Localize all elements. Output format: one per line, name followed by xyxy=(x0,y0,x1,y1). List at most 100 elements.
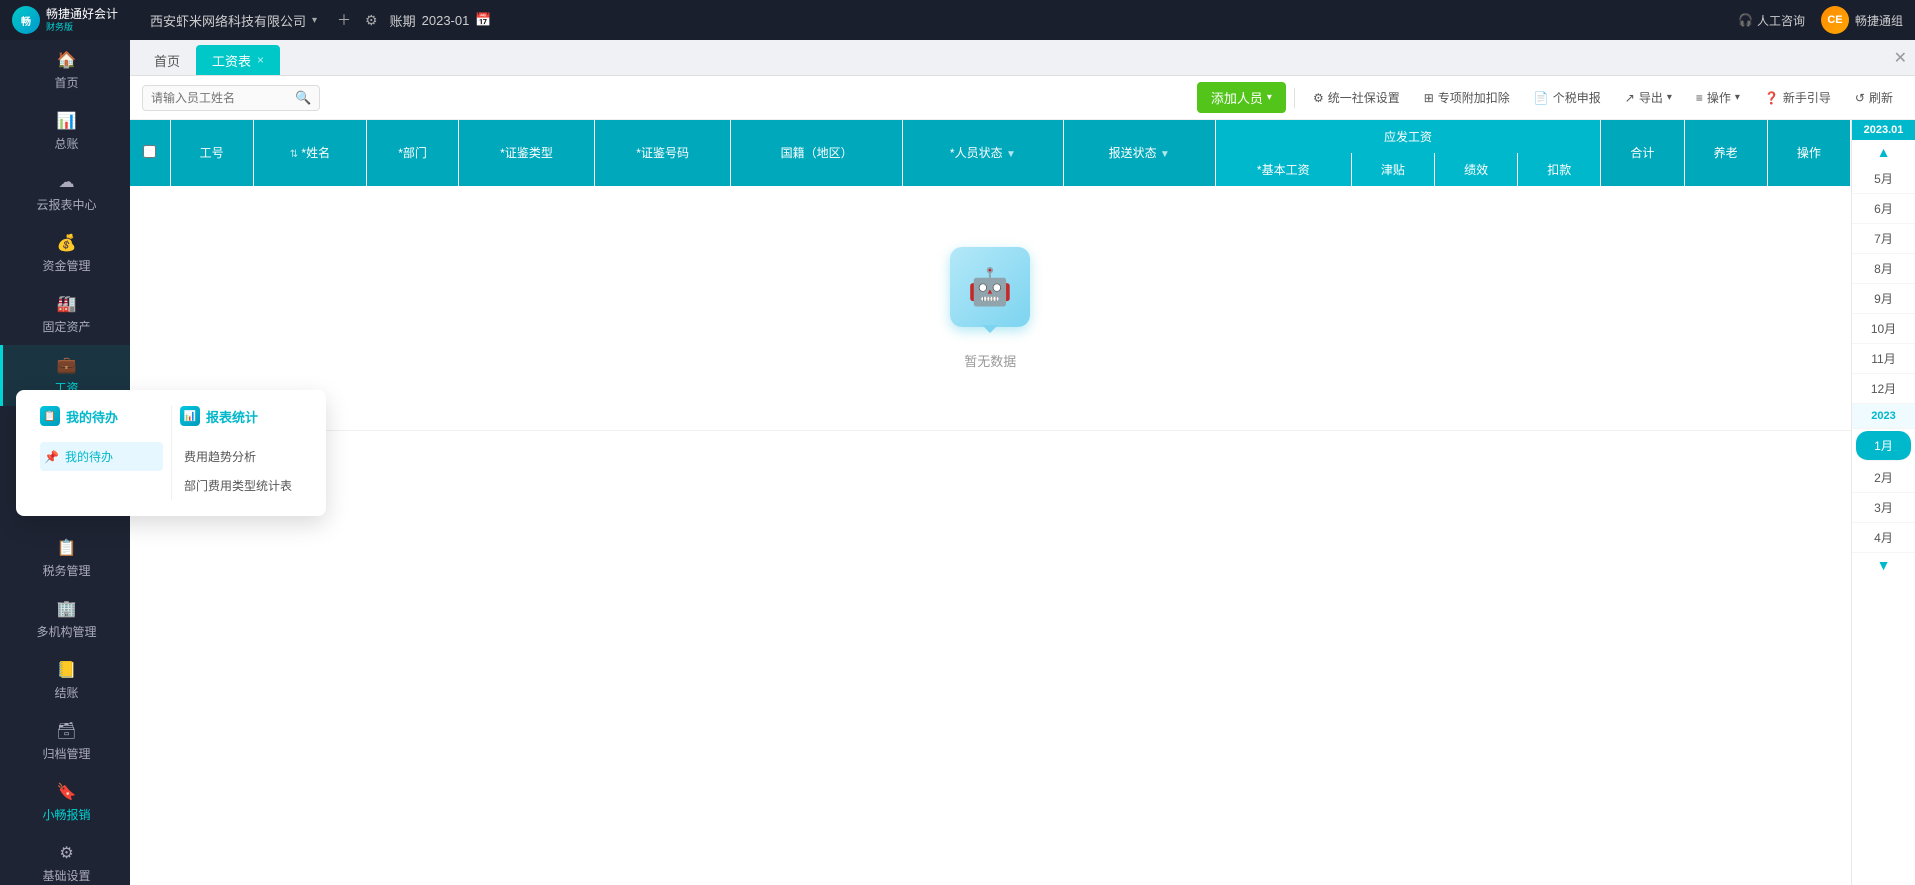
sidebar-item-settings[interactable]: ⚙ 基础设置 xyxy=(0,833,130,885)
logo-icon: 畅 xyxy=(12,6,40,34)
year-label-2023: 2023 xyxy=(1852,404,1915,429)
month-item-6[interactable]: 6月 xyxy=(1852,194,1915,224)
guide-btn[interactable]: ❓ 新手引导 xyxy=(1754,84,1841,111)
close-all-icon[interactable]: ✕ xyxy=(1894,48,1907,68)
period-value: 2023-01 xyxy=(422,13,470,28)
popup-item-todo[interactable]: 📌 我的待办 xyxy=(40,442,163,471)
sidebar-item-expense[interactable]: 🔖 小畅报销 xyxy=(0,772,130,833)
tab-home-label: 首页 xyxy=(154,51,180,70)
th-name: ⇅ *姓名 xyxy=(253,120,366,186)
th-payable-group: 应发工资 xyxy=(1215,120,1601,153)
special-deduction-btn[interactable]: ⊞ 专项附加扣除 xyxy=(1414,84,1520,111)
toolbar: 🔍 添加人员 ▾ ⚙ 统一社保设置 ⊞ 专项附加扣除 📄 xyxy=(130,76,1915,120)
sidebar-item-multiorg[interactable]: 🏢 多机构管理 xyxy=(0,589,130,650)
add-person-button[interactable]: 添加人员 ▾ xyxy=(1197,82,1286,113)
top-header: 畅 畅捷通好会计 财务版 西安虾米网络科技有限公司 ▾ ＋ ⚙ 账期 2023-… xyxy=(0,0,1915,40)
popup-section-report: 📊 报表统计 费用趋势分析 部门费用类型统计表 xyxy=(171,406,310,500)
month-item-8[interactable]: 8月 xyxy=(1852,254,1915,284)
month-nav-down[interactable]: ▼ xyxy=(1852,553,1915,577)
month-item-11[interactable]: 11月 xyxy=(1852,344,1915,374)
tab-home[interactable]: 首页 xyxy=(138,45,196,75)
sidebar-label-multiorg: 多机构管理 xyxy=(36,623,96,640)
month-item-5[interactable]: 5月 xyxy=(1852,164,1915,194)
user-info[interactable]: CE 畅捷通组 xyxy=(1821,6,1903,34)
filter-icon-report[interactable]: ▼ xyxy=(1160,149,1170,160)
add-button[interactable]: ＋ xyxy=(333,6,355,34)
sidebar-item-cloud[interactable]: ☁ 云报表中心 xyxy=(0,162,130,223)
todo-title-text: 我的待办 xyxy=(66,407,118,426)
th-pension: 养老 xyxy=(1684,120,1767,186)
export-label: 导出 xyxy=(1639,89,1663,106)
dept-cost-label: 部门费用类型统计表 xyxy=(184,477,292,494)
sidebar-label-settings: 基础设置 xyxy=(42,867,90,884)
empty-state: 🤖 暂无数据 xyxy=(130,187,1851,430)
export-icon: ↗ xyxy=(1625,91,1635,105)
operations-btn[interactable]: ≡ 操作 ▾ xyxy=(1686,84,1750,111)
month-item-2[interactable]: 2月 xyxy=(1852,463,1915,493)
export-btn[interactable]: ↗ 导出 ▾ xyxy=(1615,84,1682,111)
month-nav-up[interactable]: ▲ xyxy=(1852,140,1915,164)
tab-bar: 首页 工资表 × ✕ xyxy=(130,40,1915,76)
tax-report-btn[interactable]: 📄 个税申报 xyxy=(1524,84,1611,111)
header-right: 🎧 人工咨询 CE 畅捷通组 xyxy=(1738,6,1903,34)
sidebar-item-funds[interactable]: 💰 资金管理 xyxy=(0,223,130,284)
th-dept: *部门 xyxy=(367,120,459,186)
closing-icon: 📒 xyxy=(57,660,77,680)
sidebar-item-archive[interactable]: 🗃 归档管理 xyxy=(0,711,130,772)
sidebar-item-closing[interactable]: 📒 结账 xyxy=(0,650,130,711)
popup-item-cost-trend[interactable]: 费用趋势分析 xyxy=(180,442,302,471)
period-info: 账期 2023-01 📅 xyxy=(390,11,492,30)
month-item-7[interactable]: 7月 xyxy=(1852,224,1915,254)
header-actions: ＋ ⚙ xyxy=(333,6,382,34)
support-button[interactable]: 🎧 人工咨询 xyxy=(1738,12,1805,29)
refresh-btn[interactable]: ↺ 刷新 xyxy=(1845,84,1903,111)
add-btn-label: 添加人员 xyxy=(1211,88,1263,107)
sidebar-label-cloud: 云报表中心 xyxy=(36,196,96,213)
th-performance: 绩效 xyxy=(1435,153,1518,186)
sidebar-label-archive: 归档管理 xyxy=(42,745,90,762)
sidebar-label-ledger: 总账 xyxy=(54,135,78,152)
archive-icon: 🗃 xyxy=(56,721,76,741)
th-report-status: 报送状态 ▼ xyxy=(1063,120,1215,186)
social-security-btn[interactable]: ⚙ 统一社保设置 xyxy=(1303,84,1410,111)
month-item-3[interactable]: 3月 xyxy=(1852,493,1915,523)
th-cert-no: *证鉴号码 xyxy=(595,120,731,186)
search-icon: 🔍 xyxy=(295,90,311,106)
settings-icon[interactable]: ⚙ xyxy=(361,8,382,33)
report-section-icon: 📊 xyxy=(180,406,200,426)
company-selector[interactable]: 西安虾米网络科技有限公司 ▾ xyxy=(142,7,325,34)
tab-payroll[interactable]: 工资表 × xyxy=(196,45,280,75)
month-item-4[interactable]: 4月 xyxy=(1852,523,1915,553)
popup-menu: 📋 我的待办 📌 我的待办 📊 报表统计 费用趋势分析 部门费用类型统计表 xyxy=(16,390,326,516)
th-base-salary: *基本工资 xyxy=(1215,153,1351,186)
sidebar-item-tax[interactable]: 📋 税务管理 xyxy=(0,528,130,589)
calendar-icon: 📅 xyxy=(475,12,491,28)
month-item-1[interactable]: 1月 xyxy=(1856,431,1911,461)
payroll-table: 工号 ⇅ *姓名 *部门 *证鉴类型 *证鉴号码 国籍（地区） *人员状态 ▼ xyxy=(130,120,1851,431)
popup-section-todo-title: 📋 我的待办 xyxy=(40,406,163,432)
tab-close-icon[interactable]: × xyxy=(257,53,264,67)
month-item-10[interactable]: 10月 xyxy=(1852,314,1915,344)
sort-icon: ⇅ xyxy=(290,149,298,160)
special-deduction-icon: ⊞ xyxy=(1424,91,1434,105)
todo-section-icon: 📋 xyxy=(40,406,60,426)
month-item-9[interactable]: 9月 xyxy=(1852,284,1915,314)
avatar: CE xyxy=(1821,6,1849,34)
company-name: 西安虾米网络科技有限公司 xyxy=(150,11,306,30)
popup-item-dept-cost[interactable]: 部门费用类型统计表 xyxy=(180,471,302,500)
tax-report-label: 个税申报 xyxy=(1553,89,1601,106)
tab-payroll-label: 工资表 xyxy=(212,51,251,70)
support-label: 人工咨询 xyxy=(1757,12,1805,29)
th-checkbox[interactable] xyxy=(130,120,170,186)
sidebar-item-assets[interactable]: 🏭 固定资产 xyxy=(0,284,130,345)
select-all-checkbox[interactable] xyxy=(143,145,156,158)
chevron-down-icon: ▾ xyxy=(312,15,317,26)
multiorg-icon: 🏢 xyxy=(57,599,77,619)
export-chevron-icon: ▾ xyxy=(1667,92,1672,103)
filter-icon-status[interactable]: ▼ xyxy=(1006,149,1016,160)
funds-icon: 💰 xyxy=(57,233,77,253)
month-item-12[interactable]: 12月 xyxy=(1852,374,1915,404)
search-input[interactable] xyxy=(151,91,291,105)
sidebar-item-home[interactable]: 🏠 首页 xyxy=(0,40,130,101)
sidebar-item-ledger[interactable]: 📊 总账 xyxy=(0,101,130,162)
